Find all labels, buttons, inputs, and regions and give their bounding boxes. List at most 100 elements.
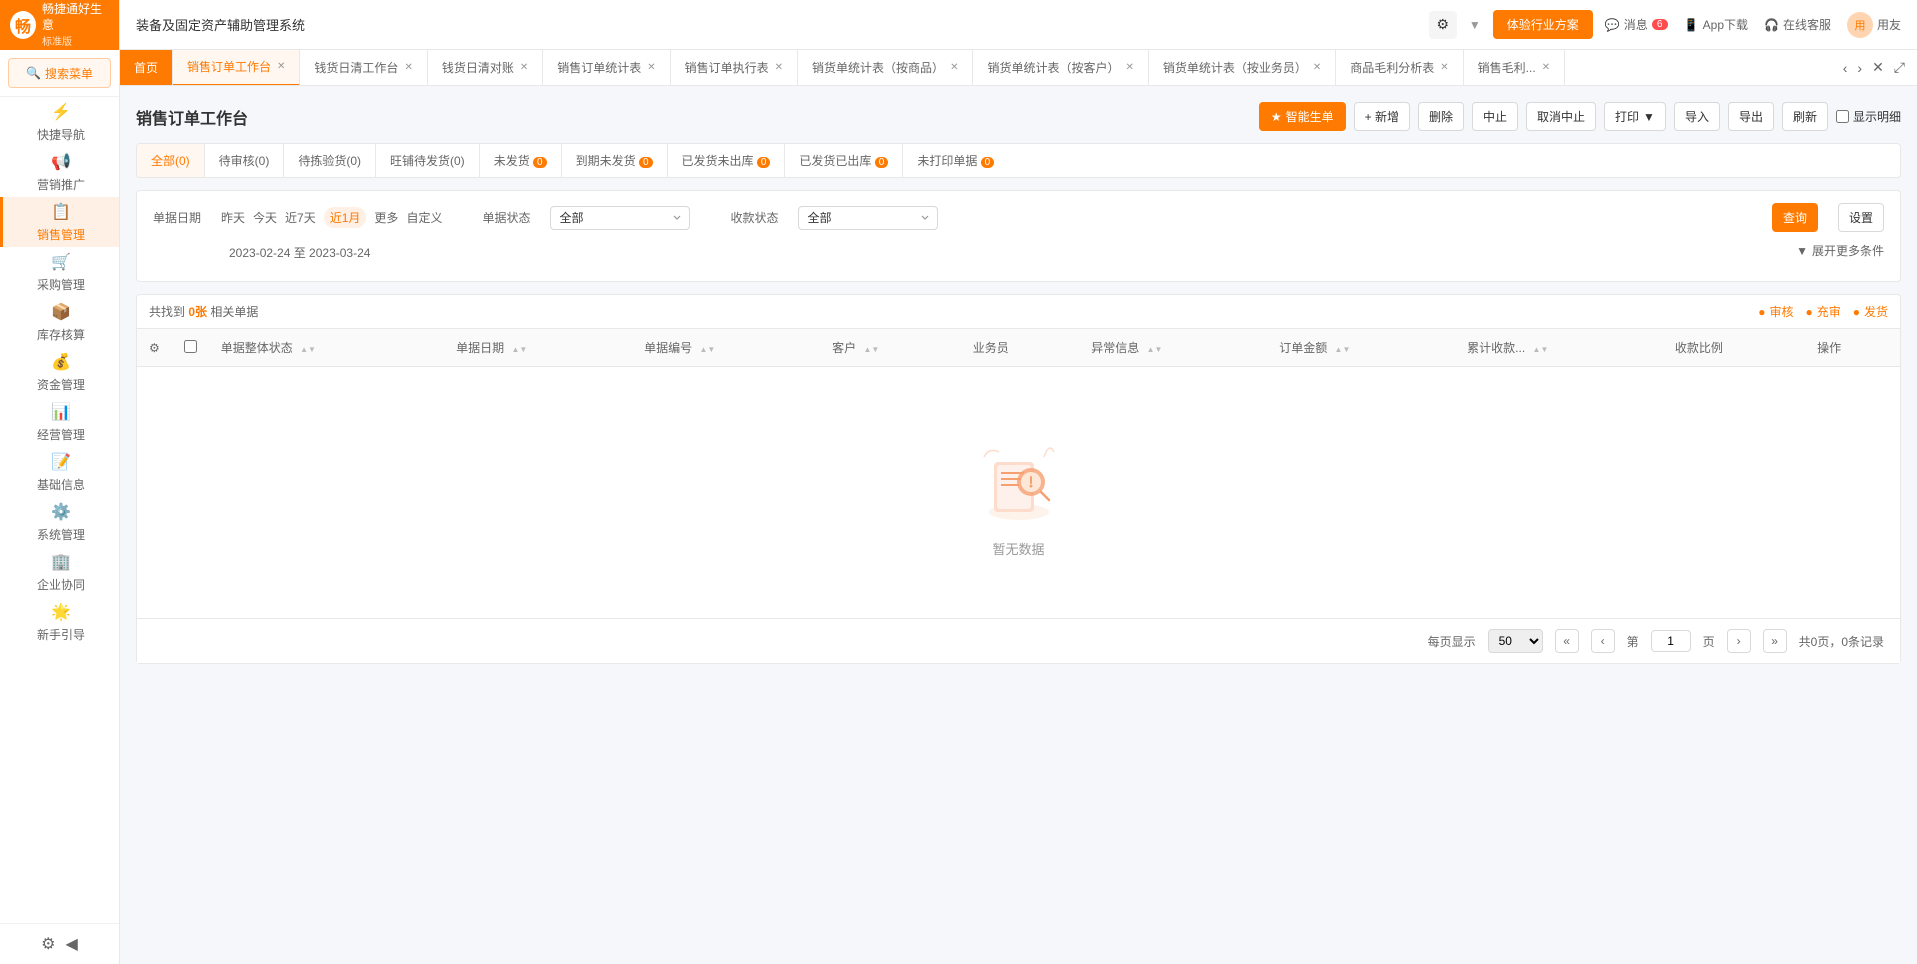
status-select[interactable]: 全部 审核中 已审核 已中止 [550, 206, 690, 230]
page-number-input[interactable] [1651, 630, 1691, 652]
sub-tab-shipped-not-in[interactable]: 已发货未出库 0 [668, 144, 786, 177]
tab-close-summary-product[interactable]: ✕ [950, 62, 958, 73]
last-page-button[interactable]: » [1763, 629, 1787, 653]
tab-home[interactable]: 首页 [120, 50, 173, 86]
sidebar-nav-item-enterprise[interactable]: 🏢 企业协同 [0, 547, 119, 597]
delete-button[interactable]: 删除 [1418, 102, 1464, 131]
sort-amount[interactable]: ▲▼ [1335, 346, 1351, 354]
sub-tab-overdue[interactable]: 到期未发货 0 [562, 144, 668, 177]
sub-tab-pending-review[interactable]: 待审核(0) [205, 144, 285, 177]
sub-tab-wangpu[interactable]: 旺铺待发货(0) [376, 144, 480, 177]
topbar-settings-button[interactable]: ⚙ [1429, 11, 1457, 39]
tab-sales-exec[interactable]: 销售订单执行表 ✕ [671, 50, 798, 86]
sub-tab-not-printed[interactable]: 未打印单据 0 [903, 144, 1008, 177]
stop-button[interactable]: 中止 [1472, 102, 1518, 131]
date-opt-7days[interactable]: 近7天 [285, 209, 316, 226]
tab-close-summary-staff[interactable]: ✕ [1313, 62, 1321, 73]
import-button[interactable]: 导入 [1674, 102, 1720, 131]
pagination: 每页显示 50 20 100 « ‹ 第 页 › » 共0页，0条记录 [137, 618, 1900, 663]
first-page-button[interactable]: « [1555, 629, 1579, 653]
smart-create-button[interactable]: ★ 智能生单 [1259, 102, 1346, 131]
ship-action-button[interactable]: ● 发货 [1853, 303, 1888, 320]
tab-scroll-left[interactable]: ‹ [1839, 58, 1852, 78]
sidebar-nav-item-system[interactable]: ⚙️ 系统管理 [0, 497, 119, 547]
page-size-select[interactable]: 50 20 100 [1488, 629, 1543, 653]
col-checkbox[interactable] [172, 329, 209, 367]
sidebar-nav-item-finance[interactable]: 💰 资金管理 [0, 347, 119, 397]
unreviewed-action-button[interactable]: ● 充审 [1805, 303, 1840, 320]
tab-close-sales-stats[interactable]: ✕ [647, 62, 655, 73]
collapse-icon[interactable]: ◀ [66, 934, 78, 954]
chevron-down-icon[interactable]: ▼ [1469, 18, 1481, 32]
tab-close-cash-reconcile[interactable]: ✕ [520, 62, 528, 73]
sidebar-nav-item-quick-nav[interactable]: ⚡ 快捷导航 [0, 97, 119, 147]
tab-close-cash-daily[interactable]: ✕ [404, 62, 412, 73]
sidebar-nav-item-guide[interactable]: 🌟 新手引导 [0, 597, 119, 647]
sub-tab-not-shipped[interactable]: 未发货 0 [480, 144, 562, 177]
tab-close-gross-profit[interactable]: ✕ [1440, 62, 1448, 73]
tab-sales-summary-product[interactable]: 销货单统计表（按商品） ✕ [798, 50, 973, 86]
table-scroll[interactable]: ⚙ 单据整体状态 ▲▼ 单据日期 ▲▼ [137, 329, 1900, 618]
message-button[interactable]: 💬 消息 6 [1605, 16, 1668, 33]
sub-tab-shipped-in[interactable]: 已发货已出库 0 [785, 144, 903, 177]
filter-settings-button[interactable]: 设置 [1838, 203, 1884, 232]
payment-status-label: 收款状态 [730, 209, 778, 226]
date-opt-1month[interactable]: 近1月 [324, 207, 367, 228]
sidebar-nav-item-operations[interactable]: 📊 经营管理 [0, 397, 119, 447]
search-menu-button[interactable]: 🔍 搜索菜单 [8, 58, 111, 88]
sort-date[interactable]: ▲▼ [512, 346, 528, 354]
payment-status-select[interactable]: 全部 未收款 部分收款 已收清 [798, 206, 938, 230]
refresh-button[interactable]: 刷新 [1782, 102, 1828, 131]
date-opt-today[interactable]: 今天 [253, 209, 277, 226]
sort-collected[interactable]: ▲▼ [1533, 346, 1549, 354]
show-detail-label[interactable]: 显示明细 [1836, 108, 1901, 125]
tab-sales-more[interactable]: 销售毛利... ✕ [1464, 50, 1565, 86]
user-avatar[interactable]: 用 用友 [1847, 12, 1901, 38]
sort-status[interactable]: ▲▼ [300, 346, 316, 354]
sort-customer[interactable]: ▲▼ [863, 346, 879, 354]
add-button[interactable]: + 新增 [1354, 102, 1410, 131]
tab-gross-profit[interactable]: 商品毛利分析表 ✕ [1336, 50, 1463, 86]
sidebar-nav-item-inventory[interactable]: 📦 库存核算 [0, 297, 119, 347]
sort-number[interactable]: ▲▼ [699, 346, 715, 354]
app-download-button[interactable]: 📱 App下载 [1684, 16, 1748, 33]
sidebar-nav-item-basic-info[interactable]: 📝 基础信息 [0, 447, 119, 497]
sub-tab-pending-inspect[interactable]: 待拣验货(0) [284, 144, 376, 177]
prev-page-button[interactable]: ‹ [1591, 629, 1615, 653]
print-button[interactable]: 打印 ▼ [1604, 102, 1666, 131]
tab-close-sales-workbench[interactable]: ✕ [277, 61, 285, 72]
industry-solution-button[interactable]: 体验行业方案 [1493, 10, 1593, 39]
tab-close-sales-more[interactable]: ✕ [1542, 62, 1550, 73]
sidebar-nav-item-sales[interactable]: 📋 销售管理 [0, 197, 119, 247]
tab-sales-summary-customer[interactable]: 销货单统计表（按客户） ✕ [973, 50, 1148, 86]
show-detail-checkbox[interactable] [1836, 110, 1849, 123]
settings-footer-icon[interactable]: ⚙ [41, 934, 55, 954]
tab-close-all[interactable]: ✕ [1868, 57, 1888, 78]
col-collected-label: 累计收款... [1467, 341, 1525, 355]
review-action-button[interactable]: ● 审核 [1758, 303, 1793, 320]
export-button[interactable]: 导出 [1728, 102, 1774, 131]
date-opt-custom[interactable]: 自定义 [406, 209, 442, 226]
tab-scroll-right[interactable]: › [1853, 58, 1866, 78]
tab-cash-reconcile[interactable]: 钱货日清对账 ✕ [428, 50, 543, 86]
tab-close-summary-customer[interactable]: ✕ [1125, 62, 1133, 73]
select-all-checkbox[interactable] [184, 340, 197, 353]
query-button[interactable]: 查询 [1772, 203, 1818, 232]
online-service-button[interactable]: 🎧 在线客服 [1764, 16, 1831, 33]
sidebar-nav-item-marketing[interactable]: 📢 营销推广 [0, 147, 119, 197]
tab-sales-stats[interactable]: 销售订单统计表 ✕ [543, 50, 670, 86]
date-opt-yesterday[interactable]: 昨天 [221, 209, 245, 226]
sort-exception[interactable]: ▲▼ [1147, 346, 1163, 354]
tab-sales-summary-staff[interactable]: 销货单统计表（按业务员） ✕ [1149, 50, 1336, 86]
tab-maximize[interactable]: ⤢ [1890, 57, 1909, 78]
tab-close-sales-exec[interactable]: ✕ [775, 62, 783, 73]
tab-cash-daily[interactable]: 钱货日清工作台 ✕ [300, 50, 427, 86]
expand-filter-button[interactable]: ▼ 展开更多条件 [1796, 242, 1884, 259]
next-page-button[interactable]: › [1727, 629, 1751, 653]
sub-tab-all[interactable]: 全部(0) [137, 144, 205, 177]
col-settings[interactable]: ⚙ [137, 329, 172, 367]
tab-sales-workbench[interactable]: 销售订单工作台 ✕ [173, 50, 300, 86]
cancel-stop-button[interactable]: 取消中止 [1526, 102, 1596, 131]
date-opt-more[interactable]: 更多 [374, 209, 398, 226]
sidebar-nav-item-purchase[interactable]: 🛒 采购管理 [0, 247, 119, 297]
